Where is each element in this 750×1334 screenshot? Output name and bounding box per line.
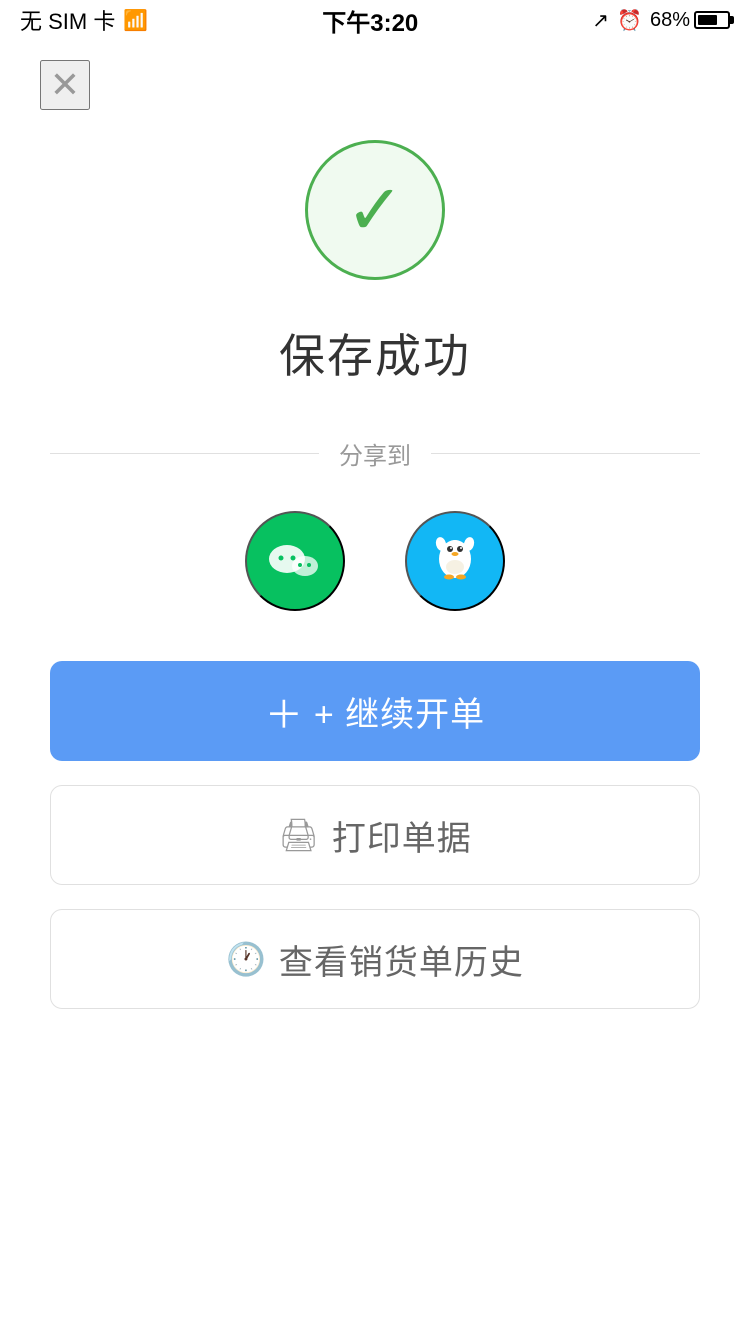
clock-icon: 🕐 (226, 940, 267, 978)
plus-icon: ＋ (265, 684, 304, 739)
share-section: 分享到 (50, 436, 700, 611)
battery-fill (698, 15, 717, 25)
alarm-icon: ⏰ (617, 8, 642, 33)
printer-icon: 🖨 (278, 816, 320, 854)
divider-right (431, 453, 700, 454)
print-button[interactable]: 🖨 打印单据 (50, 785, 700, 885)
success-circle: ✓ (305, 140, 445, 280)
wifi-icon: 📶 (123, 8, 148, 33)
print-label: 打印单据 (332, 811, 472, 860)
divider-left (50, 453, 319, 454)
wechat-share-button[interactable] (245, 511, 345, 611)
history-label: 查看销货单历史 (279, 935, 524, 984)
qq-icon (425, 531, 485, 591)
status-left: 无 SIM 卡 📶 (20, 4, 148, 36)
share-label: 分享到 (339, 436, 411, 471)
close-icon: ✕ (50, 67, 80, 103)
location-icon: ↗ (592, 8, 609, 33)
share-divider: 分享到 (50, 436, 700, 471)
status-bar: 无 SIM 卡 📶 下午3:20 ↗ ⏰ 68% (0, 0, 750, 40)
share-icons (50, 511, 700, 611)
checkmark-icon: ✓ (346, 175, 405, 245)
continue-label: + 继续开单 (314, 687, 485, 736)
no-sim-label: 无 SIM 卡 (20, 4, 115, 36)
battery-container: 68% (650, 9, 730, 32)
status-time: 下午3:20 (322, 3, 418, 38)
success-title: 保存成功 (279, 320, 471, 386)
action-buttons: ＋ + 继续开单 🖨 打印单据 🕐 查看销货单历史 (50, 661, 700, 1009)
status-right: ↗ ⏰ 68% (592, 8, 730, 33)
close-button[interactable]: ✕ (40, 60, 90, 110)
success-icon-container: ✓ (305, 140, 445, 280)
main-content: ✕ ✓ 保存成功 分享到 (0, 40, 750, 1334)
history-button[interactable]: 🕐 查看销货单历史 (50, 909, 700, 1009)
battery-level: 68% (650, 9, 690, 32)
continue-order-button[interactable]: ＋ + 继续开单 (50, 661, 700, 761)
battery-icon (694, 11, 730, 29)
wechat-icon (265, 531, 325, 591)
qq-share-button[interactable] (405, 511, 505, 611)
